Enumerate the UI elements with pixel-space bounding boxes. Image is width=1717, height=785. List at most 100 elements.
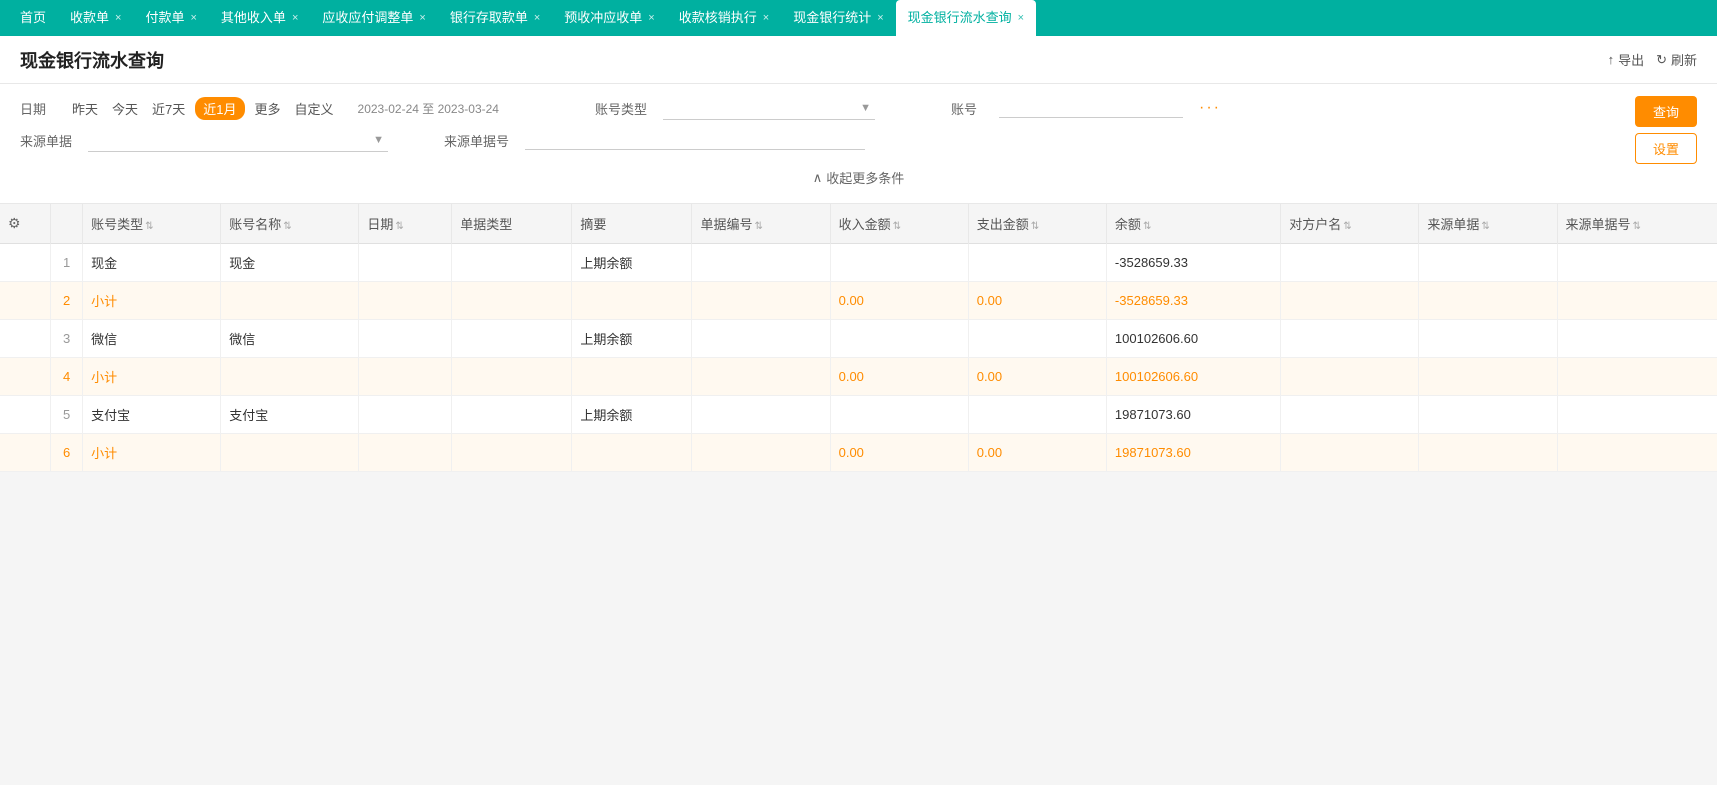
nav-item-6[interactable]: 收款核销执行× (667, 0, 781, 36)
cell-date (359, 358, 452, 396)
cell-summary (572, 358, 692, 396)
cell-account_type: 小计 (83, 434, 221, 472)
cell-expense: 0.00 (968, 282, 1106, 320)
source-doc-select-wrapper[interactable]: ▼ (88, 128, 388, 152)
nav-label: 应收应付调整单 (322, 0, 413, 36)
col-header-source_doc_no[interactable]: 来源单据号⇅ (1557, 204, 1717, 244)
col-header-expense[interactable]: 支出金额⇅ (968, 204, 1106, 244)
cell-num: 3 (51, 320, 83, 358)
nav-close-icon[interactable]: × (534, 0, 540, 36)
nav-label: 现金银行流水查询 (908, 0, 1012, 36)
cell-counterpart (1281, 282, 1419, 320)
cell-source_doc_no (1557, 396, 1717, 434)
account-type-input[interactable] (667, 98, 871, 117)
refresh-button[interactable]: ↻ 刷新 (1656, 50, 1697, 69)
col-header-balance[interactable]: 余额⇅ (1106, 204, 1280, 244)
cell-balance: -3528659.33 (1106, 244, 1280, 282)
nav-close-icon[interactable]: × (648, 0, 654, 36)
cell-income: 0.00 (830, 282, 968, 320)
col-header-source_doc[interactable]: 来源单据⇅ (1419, 204, 1557, 244)
date-opt-7days[interactable]: 近7天 (148, 97, 189, 120)
query-button[interactable]: 查询 (1635, 96, 1697, 127)
page-header: 现金银行流水查询 ↑ 导出 ↻ 刷新 (0, 36, 1717, 84)
cell-num: 6 (51, 434, 83, 472)
refresh-icon: ↻ (1656, 52, 1667, 68)
cell-doc_type (452, 434, 572, 472)
nav-item-8[interactable]: 现金银行流水查询× (896, 0, 1036, 36)
cell-income (830, 244, 968, 282)
account-dots-button[interactable]: ··· (1199, 99, 1221, 117)
sort-icon: ⇅ (1343, 221, 1351, 232)
source-doc-input[interactable] (92, 130, 372, 149)
nav-item-0[interactable]: 收款单× (58, 0, 133, 36)
sort-icon: ⇅ (1633, 221, 1641, 232)
sort-icon: ⇅ (1143, 221, 1151, 232)
header-actions: ↑ 导出 ↻ 刷新 (1608, 50, 1697, 69)
collapse-button[interactable]: ∧ 收起更多条件 (20, 164, 1697, 191)
cell-source_doc_no (1557, 434, 1717, 472)
col-header-gear: ⚙ (0, 204, 51, 244)
cell-source_doc_no (1557, 282, 1717, 320)
cell-income: 0.00 (830, 358, 968, 396)
nav-close-icon[interactable]: × (115, 0, 121, 36)
cell-balance: 19871073.60 (1106, 434, 1280, 472)
cell-date (359, 396, 452, 434)
nav-item-4[interactable]: 银行存取款单× (438, 0, 552, 36)
nav-close-icon[interactable]: × (292, 0, 298, 36)
cell-income: 0.00 (830, 434, 968, 472)
date-opt-yesterday[interactable]: 昨天 (68, 97, 102, 120)
export-button[interactable]: ↑ 导出 (1608, 50, 1645, 69)
date-opt-more[interactable]: 更多 (251, 97, 285, 120)
col-header-account_type[interactable]: 账号类型⇅ (83, 204, 221, 244)
left-filters: 日期 昨天 今天 近7天 近1月 更多 自定义 2023-02-24 至 202… (20, 96, 1623, 160)
nav-label: 银行存取款单 (450, 0, 528, 36)
right-filter-buttons: 查询 设置 (1623, 96, 1697, 164)
cell-num: 5 (51, 396, 83, 434)
col-header-counterpart[interactable]: 对方户名⇅ (1281, 204, 1419, 244)
nav-item-2[interactable]: 其他收入单× (209, 0, 310, 36)
nav-close-icon[interactable]: × (1018, 0, 1024, 36)
nav-item-1[interactable]: 付款单× (133, 0, 208, 36)
nav-close-icon[interactable]: × (190, 0, 196, 36)
date-opt-custom[interactable]: 自定义 (291, 97, 338, 120)
filter-row-1: 日期 昨天 今天 近7天 近1月 更多 自定义 2023-02-24 至 202… (20, 96, 1697, 164)
nav-close-icon[interactable]: × (419, 0, 425, 36)
gear-icon[interactable]: ⚙ (8, 215, 21, 231)
cell-doc_no (692, 358, 830, 396)
account-input[interactable] (999, 98, 1183, 118)
nav-close-icon[interactable]: × (763, 0, 769, 36)
date-range-display: 2023-02-24 至 2023-03-24 (358, 100, 499, 117)
cell-doc_type (452, 358, 572, 396)
cell-summary: 上期余额 (572, 320, 692, 358)
export-icon: ↑ (1608, 52, 1615, 67)
cell-source_doc (1419, 320, 1557, 358)
table-area: ⚙账号类型⇅账号名称⇅日期⇅单据类型摘要单据编号⇅收入金额⇅支出金额⇅余额⇅对方… (0, 204, 1717, 472)
sort-icon: ⇅ (283, 221, 291, 232)
data-table: ⚙账号类型⇅账号名称⇅日期⇅单据类型摘要单据编号⇅收入金额⇅支出金额⇅余额⇅对方… (0, 204, 1717, 472)
cell-source_doc_no (1557, 244, 1717, 282)
cell-doc_no (692, 396, 830, 434)
page-title: 现金银行流水查询 (20, 47, 164, 73)
cell-account_name (221, 434, 359, 472)
source-doc-no-input[interactable] (525, 130, 865, 150)
col-header-date[interactable]: 日期⇅ (359, 204, 452, 244)
nav-item-7[interactable]: 现金银行统计× (781, 0, 895, 36)
account-type-chevron-icon: ▼ (860, 102, 871, 114)
cell-account_type: 小计 (83, 282, 221, 320)
date-opt-1month[interactable]: 近1月 (195, 97, 244, 120)
nav-item-3[interactable]: 应收应付调整单× (310, 0, 437, 36)
sort-icon: ⇅ (395, 221, 403, 232)
col-header-doc_no[interactable]: 单据编号⇅ (692, 204, 830, 244)
col-header-income[interactable]: 收入金额⇅ (830, 204, 968, 244)
cell-expense (968, 320, 1106, 358)
nav-item-5[interactable]: 预收冲应收单× (552, 0, 666, 36)
account-type-select-wrapper[interactable]: ▼ (663, 96, 875, 120)
col-header-account_name[interactable]: 账号名称⇅ (221, 204, 359, 244)
cell-balance: 100102606.60 (1106, 358, 1280, 396)
nav-close-icon[interactable]: × (877, 0, 883, 36)
settings-button[interactable]: 设置 (1635, 133, 1697, 164)
sort-icon: ⇅ (1031, 221, 1039, 232)
cell-gear (0, 396, 51, 434)
date-opt-today[interactable]: 今天 (108, 97, 142, 120)
nav-home[interactable]: 首页 (8, 0, 58, 36)
